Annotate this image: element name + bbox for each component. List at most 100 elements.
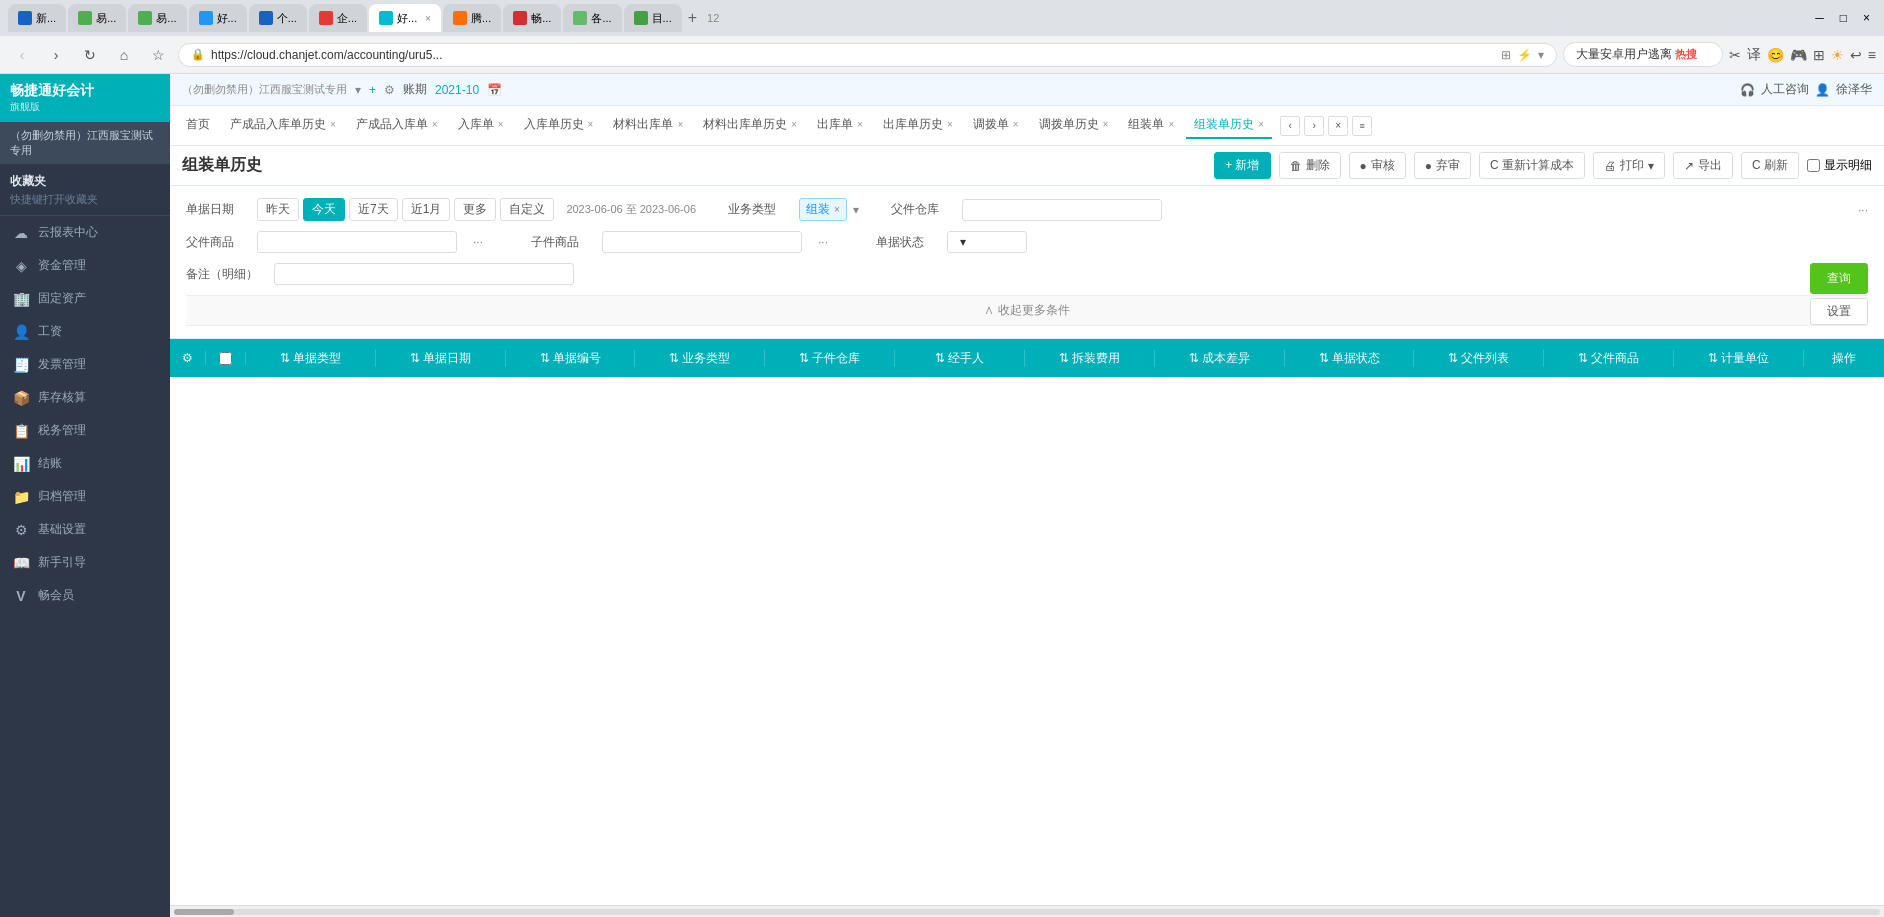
abandon-button[interactable]: ● 弃审 xyxy=(1414,152,1471,179)
home-button[interactable]: ⌂ xyxy=(110,41,138,69)
th-parent-goods[interactable]: ⇅ 父件商品 xyxy=(1544,350,1674,367)
nav-tab-transfer[interactable]: 调拨单 × xyxy=(965,112,1027,139)
maximize-button[interactable]: □ xyxy=(1834,11,1853,25)
dropdown-arrow[interactable]: ▾ xyxy=(355,83,361,97)
nav-tab-material-out-hist-close[interactable]: × xyxy=(791,119,797,130)
tab-close-7[interactable]: × xyxy=(425,13,431,24)
nav-tab-home[interactable]: 首页 xyxy=(178,112,218,139)
nav-tab-material-out[interactable]: 材料出库单 × xyxy=(605,112,691,139)
nav-tab-out-history-close[interactable]: × xyxy=(947,119,953,130)
parent-goods-input[interactable] xyxy=(257,231,457,253)
export-button[interactable]: ↗ 导出 xyxy=(1673,152,1733,179)
sidebar-item-inventory[interactable]: 📦 库存核算 xyxy=(0,381,170,414)
new-tab-button[interactable]: + xyxy=(684,9,701,27)
translate-icon[interactable]: 译 xyxy=(1747,46,1761,64)
sidebar-item-member[interactable]: V 畅会员 xyxy=(0,579,170,612)
th-business-type[interactable]: ⇅ 业务类型 xyxy=(635,350,765,367)
nav-tab-out-order-close[interactable]: × xyxy=(857,119,863,130)
parent-goods-more[interactable]: ··· xyxy=(473,235,483,249)
nav-tab-assembly-hist-close[interactable]: × xyxy=(1258,119,1264,130)
tab-scroll-right[interactable]: › xyxy=(1304,116,1324,136)
nav-tab-production-in[interactable]: 产成品入库单 × xyxy=(348,112,446,139)
order-status-dropdown[interactable]: ▾ xyxy=(947,231,1027,253)
nav-tab-in-order[interactable]: 入库单 × xyxy=(450,112,512,139)
add-company-button[interactable]: + xyxy=(369,83,376,97)
sidebar-item-salary[interactable]: 👤 工资 xyxy=(0,315,170,348)
sun-icon[interactable]: ☀ xyxy=(1831,47,1844,63)
nav-tab-material-out-history[interactable]: 材料出库单历史 × xyxy=(695,112,805,139)
sidebar-item-tax[interactable]: 📋 税务管理 xyxy=(0,414,170,447)
date-btn-custom[interactable]: 自定义 xyxy=(500,198,554,221)
browser-tab-9[interactable]: 畅... xyxy=(503,4,561,32)
sidebar-item-settlement[interactable]: 📊 结账 xyxy=(0,447,170,480)
recalculate-button[interactable]: C 重新计算成本 xyxy=(1479,152,1585,179)
th-order-type[interactable]: ⇅ 单据类型 xyxy=(246,350,376,367)
nav-tab-out-order[interactable]: 出库单 × xyxy=(809,112,871,139)
sidebar-item-finance[interactable]: ◈ 资金管理 xyxy=(0,249,170,282)
th-order-status[interactable]: ⇅ 单据状态 xyxy=(1285,350,1415,367)
browser-tab-2[interactable]: 易... xyxy=(68,4,126,32)
browser-tab-11[interactable]: 目... xyxy=(624,4,682,32)
nav-tab-prod-in-hist-close[interactable]: × xyxy=(330,119,336,130)
nav-tab-prod-in-close[interactable]: × xyxy=(432,119,438,130)
nav-tab-assembly-close[interactable]: × xyxy=(1168,119,1174,130)
browser-tab-10[interactable]: 各... xyxy=(563,4,621,32)
th-disassembly-cost[interactable]: ⇅ 拆装费用 xyxy=(1025,350,1155,367)
nav-tab-transfer-close[interactable]: × xyxy=(1013,119,1019,130)
browser-tab-6[interactable]: 企... xyxy=(309,4,367,32)
th-handler[interactable]: ⇅ 经手人 xyxy=(895,350,1025,367)
nav-tab-material-out-close[interactable]: × xyxy=(677,119,683,130)
th-cost-diff[interactable]: ⇅ 成本差异 xyxy=(1155,350,1285,367)
select-all-checkbox[interactable] xyxy=(219,352,232,365)
delete-button[interactable]: 🗑 删除 xyxy=(1279,152,1341,179)
grid-icon[interactable]: ⊞ xyxy=(1813,47,1825,63)
nav-tab-transfer-hist-close[interactable]: × xyxy=(1103,119,1109,130)
date-btn-7days[interactable]: 近7天 xyxy=(349,198,398,221)
nav-tab-in-history-close[interactable]: × xyxy=(588,119,594,130)
show-detail-label[interactable]: 显示明细 xyxy=(1807,157,1872,174)
game-icon[interactable]: 🎮 xyxy=(1790,47,1807,63)
nav-tab-assembly-history[interactable]: 组装单历史 × xyxy=(1186,112,1272,139)
address-bar[interactable]: 🔒 https://cloud.chanjet.com/accounting/u… xyxy=(178,43,1557,67)
bookmark-button[interactable]: ☆ xyxy=(144,41,172,69)
user-avatar-icon[interactable]: 👤 xyxy=(1815,83,1830,97)
nav-tab-transfer-history[interactable]: 调拨单历史 × xyxy=(1031,112,1117,139)
th-order-date[interactable]: ⇅ 单据日期 xyxy=(376,350,506,367)
sidebar-item-invoice[interactable]: 🧾 发票管理 xyxy=(0,348,170,381)
nav-tab-in-history[interactable]: 入库单历史 × xyxy=(516,112,602,139)
notes-input[interactable] xyxy=(274,263,574,285)
child-goods-more[interactable]: ··· xyxy=(818,235,828,249)
back-button[interactable]: ‹ xyxy=(8,41,36,69)
browser-tab-4[interactable]: 好... xyxy=(189,4,247,32)
th-checkbox[interactable] xyxy=(206,352,246,365)
print-button[interactable]: 🖨 打印 ▾ xyxy=(1593,152,1665,179)
parent-warehouse-more[interactable]: ··· xyxy=(1858,203,1868,217)
show-detail-checkbox[interactable] xyxy=(1807,159,1820,172)
nav-tab-in-order-close[interactable]: × xyxy=(498,119,504,130)
nav-tab-production-in-history[interactable]: 产成品入库单历史 × xyxy=(222,112,344,139)
refresh-browser-button[interactable]: ↻ xyxy=(76,41,104,69)
settings-button[interactable]: 设置 xyxy=(1810,298,1868,325)
business-type-tag-close[interactable]: × xyxy=(834,204,840,215)
add-button[interactable]: + 新增 xyxy=(1214,152,1270,179)
browser-tab-1[interactable]: 新... xyxy=(8,4,66,32)
th-order-no[interactable]: ⇅ 单据编号 xyxy=(506,350,636,367)
scrollbar-area[interactable] xyxy=(170,905,1884,917)
browser-tab-3[interactable]: 易... xyxy=(128,4,186,32)
th-parent-list[interactable]: ⇅ 父件列表 xyxy=(1414,350,1544,367)
browser-tab-7[interactable]: 好... × xyxy=(369,4,441,32)
tab-menu-button[interactable]: ≡ xyxy=(1352,116,1372,136)
undo-icon[interactable]: ↩ xyxy=(1850,47,1862,63)
search-bar[interactable]: 大量安卓用户逃离 热搜 xyxy=(1563,42,1723,67)
headset-icon[interactable]: 🎧 xyxy=(1740,83,1755,97)
scrollbar-thumb[interactable] xyxy=(174,909,234,915)
forward-button[interactable]: › xyxy=(42,41,70,69)
query-button[interactable]: 查询 xyxy=(1810,263,1868,294)
th-child-warehouse[interactable]: ⇅ 子件仓库 xyxy=(765,350,895,367)
minimize-button[interactable]: ─ xyxy=(1809,11,1830,25)
emoji-icon[interactable]: 😊 xyxy=(1767,47,1784,63)
date-btn-today[interactable]: 今天 xyxy=(303,198,345,221)
th-settings[interactable]: ⚙ xyxy=(170,351,206,365)
close-button[interactable]: × xyxy=(1857,11,1876,25)
th-unit[interactable]: ⇅ 计量单位 xyxy=(1674,350,1804,367)
